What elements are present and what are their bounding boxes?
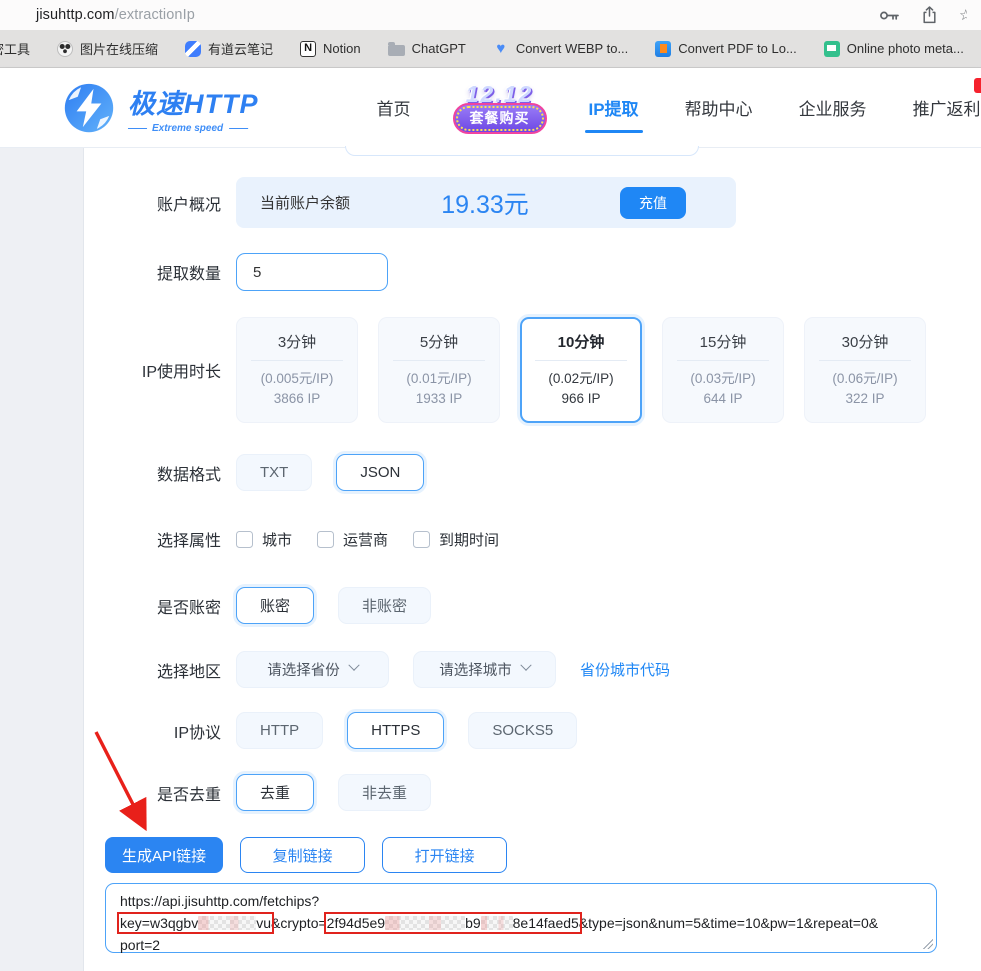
auth-label: 是否账密 — [156, 599, 221, 617]
dedupe-option-yes-selected[interactable]: 去重 — [236, 774, 315, 811]
key-icon[interactable] — [879, 9, 900, 22]
main-nav: 首页 12.12 套餐购买 IP提取 帮助中心 企业服务 推广返利 — [377, 69, 981, 146]
bookmarks-bar: 密工具 图片在线压缩 有道云笔记 NNotion ChatGPT ♥Conver… — [0, 30, 981, 68]
protocol-options: HTTP HTTPS SOCKS5 — [236, 712, 578, 749]
attributes-label: 选择属性 — [156, 533, 221, 550]
youdao-icon — [185, 40, 202, 57]
logo-title: 极速HTTP — [128, 88, 259, 119]
page-content: 账户概况 当前账户余额 19.33元 充值 提取数量 IP使用时长 3分钟 (0… — [0, 146, 981, 971]
checkbox-carrier[interactable]: 运营商 — [317, 529, 388, 550]
panda-icon — [57, 40, 74, 57]
checkbox-expire-box — [413, 530, 431, 548]
open-link-button[interactable]: 打开链接 — [382, 837, 508, 873]
folder-icon — [387, 41, 405, 56]
balance-value: 19.33元 — [441, 190, 529, 219]
auth-option-account-selected[interactable]: 账密 — [236, 587, 315, 624]
url-host: jisuhttp.com — [36, 7, 115, 23]
dedupe-options: 去重 非去重 — [236, 774, 432, 811]
recharge-button[interactable]: 充值 — [619, 186, 686, 219]
quantity-input[interactable] — [236, 253, 388, 291]
dedupe-option-no[interactable]: 非去重 — [338, 774, 432, 811]
nav-home[interactable]: 首页 — [377, 69, 411, 146]
nav-referral[interactable]: 推广返利 — [913, 69, 981, 146]
nav-enterprise[interactable]: 企业服务 — [799, 69, 867, 146]
duration-option-30min[interactable]: 30分钟 (0.06元/IP) 322 IP — [804, 317, 926, 423]
account-overview-label: 账户概况 — [156, 196, 221, 214]
nav-ip-extract[interactable]: IP提取 — [589, 69, 639, 146]
format-option-json-selected[interactable]: JSON — [336, 454, 425, 491]
bookmark-chatgpt-folder[interactable]: ChatGPT — [387, 41, 466, 56]
photo-meta-icon — [823, 40, 840, 57]
bookmark-photo-meta[interactable]: Online photo meta... — [823, 40, 964, 57]
chevron-down-icon — [348, 659, 360, 671]
api-url-output[interactable]: https://api.jisuhttp.com/fetchips? key=w3… — [105, 883, 937, 953]
bookmark-encrypt-tool[interactable]: 密工具 — [0, 39, 30, 58]
url-text[interactable]: jisuhttp.com/extractionIp — [36, 7, 195, 23]
bookmark-convert-pdf[interactable]: Convert PDF to Lo... — [655, 40, 797, 57]
bookmark-notion[interactable]: N Notion — [300, 40, 361, 57]
chevron-down-icon — [520, 659, 532, 671]
auth-options: 账密 非账密 — [236, 587, 432, 624]
protocol-label: IP协议 — [173, 724, 221, 742]
heart-icon: ♥ — [496, 39, 506, 57]
censored-crypto-mosaic-1 — [385, 916, 466, 930]
duration-options: 3分钟 (0.005元/IP) 3866 IP 5分钟 (0.01元/IP) 1… — [236, 317, 926, 423]
checkbox-city[interactable]: 城市 — [236, 529, 292, 550]
city-select[interactable]: 请选择城市 — [413, 651, 556, 688]
province-city-code-link[interactable]: 省份城市代码 — [580, 659, 670, 680]
site-logo[interactable]: 极速HTTP —— Extreme speed —— — [62, 81, 259, 135]
promo-package-buy: 套餐购买 — [452, 103, 547, 134]
action-buttons: 生成API链接 复制链接 打开链接 — [105, 837, 508, 873]
duration-label: IP使用时长 — [141, 364, 221, 381]
region-selects: 请选择省份 请选择城市 省份城市代码 — [236, 651, 670, 688]
balance-label: 当前账户余额 — [260, 195, 351, 212]
bookmark-youdao-note[interactable]: 有道云笔记 — [185, 39, 273, 58]
region-label: 选择地区 — [156, 663, 221, 681]
checkbox-city-box — [236, 530, 253, 548]
protocol-option-https-selected[interactable]: HTTPS — [347, 712, 445, 749]
site-header: 极速HTTP —— Extreme speed —— 首页 12.12 套餐购买 I… — [0, 68, 981, 148]
attribute-options: 城市 运营商 到期时间 — [236, 529, 499, 550]
generate-api-link-button[interactable]: 生成API链接 — [105, 837, 224, 873]
annotation-box-key: key=w3qgbv vu — [116, 912, 275, 934]
url-path: /extractionIp — [114, 7, 195, 23]
logo-subtitle: —— Extreme speed —— — [128, 122, 248, 134]
duration-option-5min[interactable]: 5分钟 (0.01元/IP) 1933 IP — [378, 317, 500, 423]
format-option-txt[interactable]: TXT — [236, 454, 313, 491]
account-balance-banner: 当前账户余额 19.33元 充值 — [236, 177, 736, 228]
censored-key-mosaic — [198, 916, 257, 930]
clipped-icon[interactable]: ☆ — [959, 6, 967, 24]
pdf-converter-icon — [655, 40, 672, 57]
format-options: TXT JSON — [236, 454, 425, 491]
censored-crypto-mosaic-2 — [480, 916, 513, 930]
format-label: 数据格式 — [156, 466, 221, 484]
promo-banner-1212[interactable]: 12.12 套餐购买 — [452, 81, 547, 134]
cutoff-element-above — [345, 146, 699, 156]
extraction-form: 账户概况 当前账户余额 19.33元 充值 提取数量 IP使用时长 3分钟 (0… — [84, 146, 981, 971]
protocol-option-http[interactable]: HTTP — [236, 712, 324, 749]
notion-icon: N — [300, 40, 317, 57]
quantity-label: 提取数量 — [156, 266, 221, 283]
lightning-logo-icon — [64, 83, 114, 132]
dedupe-label: 是否去重 — [156, 786, 221, 804]
nav-help-center[interactable]: 帮助中心 — [685, 69, 753, 146]
nav-red-badge — [974, 78, 981, 93]
auth-option-no-account[interactable]: 非账密 — [338, 587, 432, 624]
annotation-box-crypto: 2f94d5e9 b9 8e14faed5 — [323, 912, 582, 934]
bookmark-image-compress[interactable]: 图片在线压缩 — [57, 39, 158, 58]
duration-option-3min[interactable]: 3分钟 (0.005元/IP) 3866 IP — [236, 317, 358, 423]
left-gutter — [0, 148, 84, 971]
protocol-option-socks5[interactable]: SOCKS5 — [468, 712, 578, 749]
browser-address-bar: jisuhttp.com/extractionIp ☆ — [0, 0, 981, 30]
copy-link-button[interactable]: 复制链接 — [240, 837, 366, 873]
checkbox-expire-time[interactable]: 到期时间 — [413, 529, 499, 550]
province-select[interactable]: 请选择省份 — [236, 651, 389, 688]
duration-option-15min[interactable]: 15分钟 (0.03元/IP) 644 IP — [662, 317, 784, 423]
duration-option-10min-selected[interactable]: 10分钟 (0.02元/IP) 966 IP — [520, 317, 642, 423]
checkbox-carrier-box — [317, 530, 335, 548]
share-icon[interactable] — [922, 6, 937, 24]
bookmark-convert-webp[interactable]: ♥ Convert WEBP to... — [493, 39, 628, 57]
